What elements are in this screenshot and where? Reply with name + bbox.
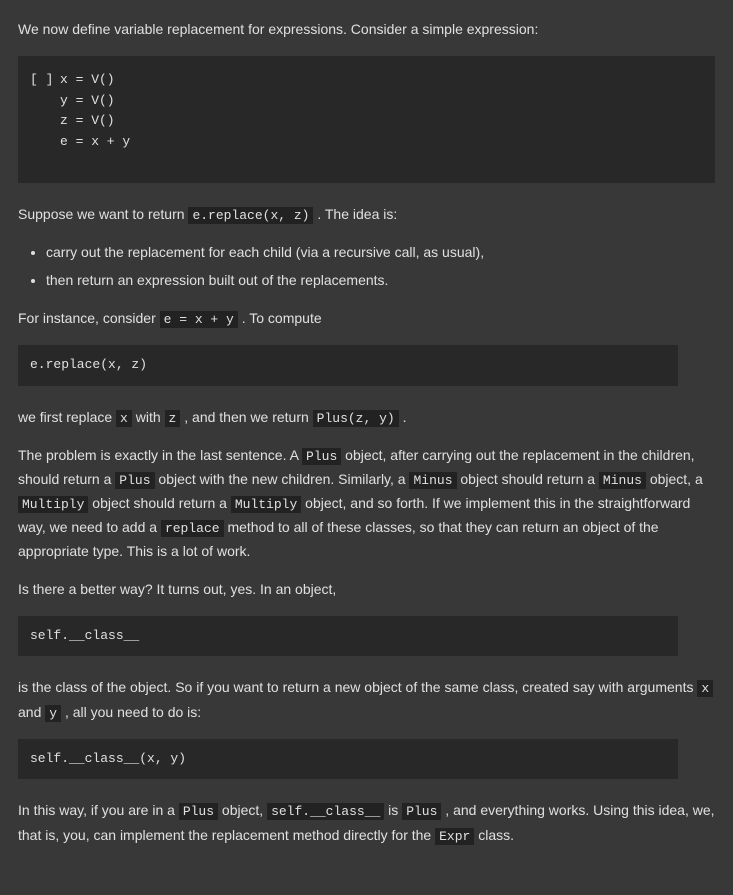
inline-code-y: y (45, 705, 61, 722)
code-cell-main: [ ]x = V() y = V() z = V() e = x + y (18, 56, 715, 183)
text-span: In this way, if you are in a (18, 802, 179, 818)
text-span: is the class of the object. So if you wa… (18, 679, 697, 695)
final-paragraph: In this way, if you are in a Plus object… (18, 799, 715, 847)
text-span: . (399, 409, 407, 425)
text-span: . To compute (238, 310, 322, 326)
text-span: we first replace (18, 409, 116, 425)
inline-code-replace: replace (161, 520, 224, 537)
text-span: with (132, 409, 165, 425)
for-instance-paragraph: For instance, consider e = x + y . To co… (18, 307, 715, 331)
inline-code-pluszy: Plus(z, y) (313, 410, 399, 427)
text-span: The problem is exactly in the last sente… (18, 447, 302, 463)
text-span: Suppose we want to return (18, 206, 188, 222)
text-span: and (18, 704, 45, 720)
intro-paragraph: We now define variable replacement for e… (18, 18, 715, 42)
inline-code-minus: Minus (409, 472, 456, 489)
problem-paragraph: The problem is exactly in the last sente… (18, 444, 715, 564)
is-class-paragraph: is the class of the object. So if you wa… (18, 676, 715, 724)
inline-code-minus: Minus (599, 472, 646, 489)
inline-code-eeq: e = x + y (160, 311, 238, 328)
inline-code-plus: Plus (179, 803, 218, 820)
idea-list: carry out the replacement for each child… (18, 241, 715, 293)
first-replace-paragraph: we first replace x with z , and then we … (18, 406, 715, 430)
inline-code-multiply: Multiply (18, 496, 88, 513)
code-block-selfclass: self.__class__ (18, 616, 678, 657)
inline-code-multiply: Multiply (231, 496, 301, 513)
code-block-selfclass-xy: self.__class__(x, y) (18, 739, 678, 780)
inline-code-z: z (165, 410, 181, 427)
text-span: object, (218, 802, 267, 818)
suppose-paragraph: Suppose we want to return e.replace(x, z… (18, 203, 715, 227)
inline-code-selfclass: self.__class__ (267, 803, 384, 820)
cell-prompt: [ ] (30, 70, 60, 91)
text-span: object with the new children. Similarly,… (155, 471, 410, 487)
document-page: We now define variable replacement for e… (0, 0, 733, 886)
text-span: is (384, 802, 402, 818)
cell-body: x = V() y = V() z = V() e = x + y (60, 70, 130, 153)
list-item: then return an expression built out of t… (46, 269, 715, 293)
text-span: , and then we return (180, 409, 312, 425)
better-way-paragraph: Is there a better way? It turns out, yes… (18, 578, 715, 602)
inline-code-ereplace: e.replace(x, z) (188, 207, 313, 224)
text-span: class. (474, 827, 514, 843)
inline-code-x: x (697, 680, 713, 697)
code-block-ereplace: e.replace(x, z) (18, 345, 678, 386)
text-span: object should return a (457, 471, 599, 487)
text-span: For instance, consider (18, 310, 160, 326)
inline-code-expr: Expr (435, 828, 474, 845)
inline-code-x: x (116, 410, 132, 427)
inline-code-plus: Plus (115, 472, 154, 489)
text-span: , all you need to do is: (61, 704, 201, 720)
inline-code-plus: Plus (402, 803, 441, 820)
inline-code-plus: Plus (302, 448, 341, 465)
list-item: carry out the replacement for each child… (46, 241, 715, 265)
text-span: object should return a (88, 495, 230, 511)
text-span: . The idea is: (313, 206, 397, 222)
text-span: object, a (646, 471, 703, 487)
